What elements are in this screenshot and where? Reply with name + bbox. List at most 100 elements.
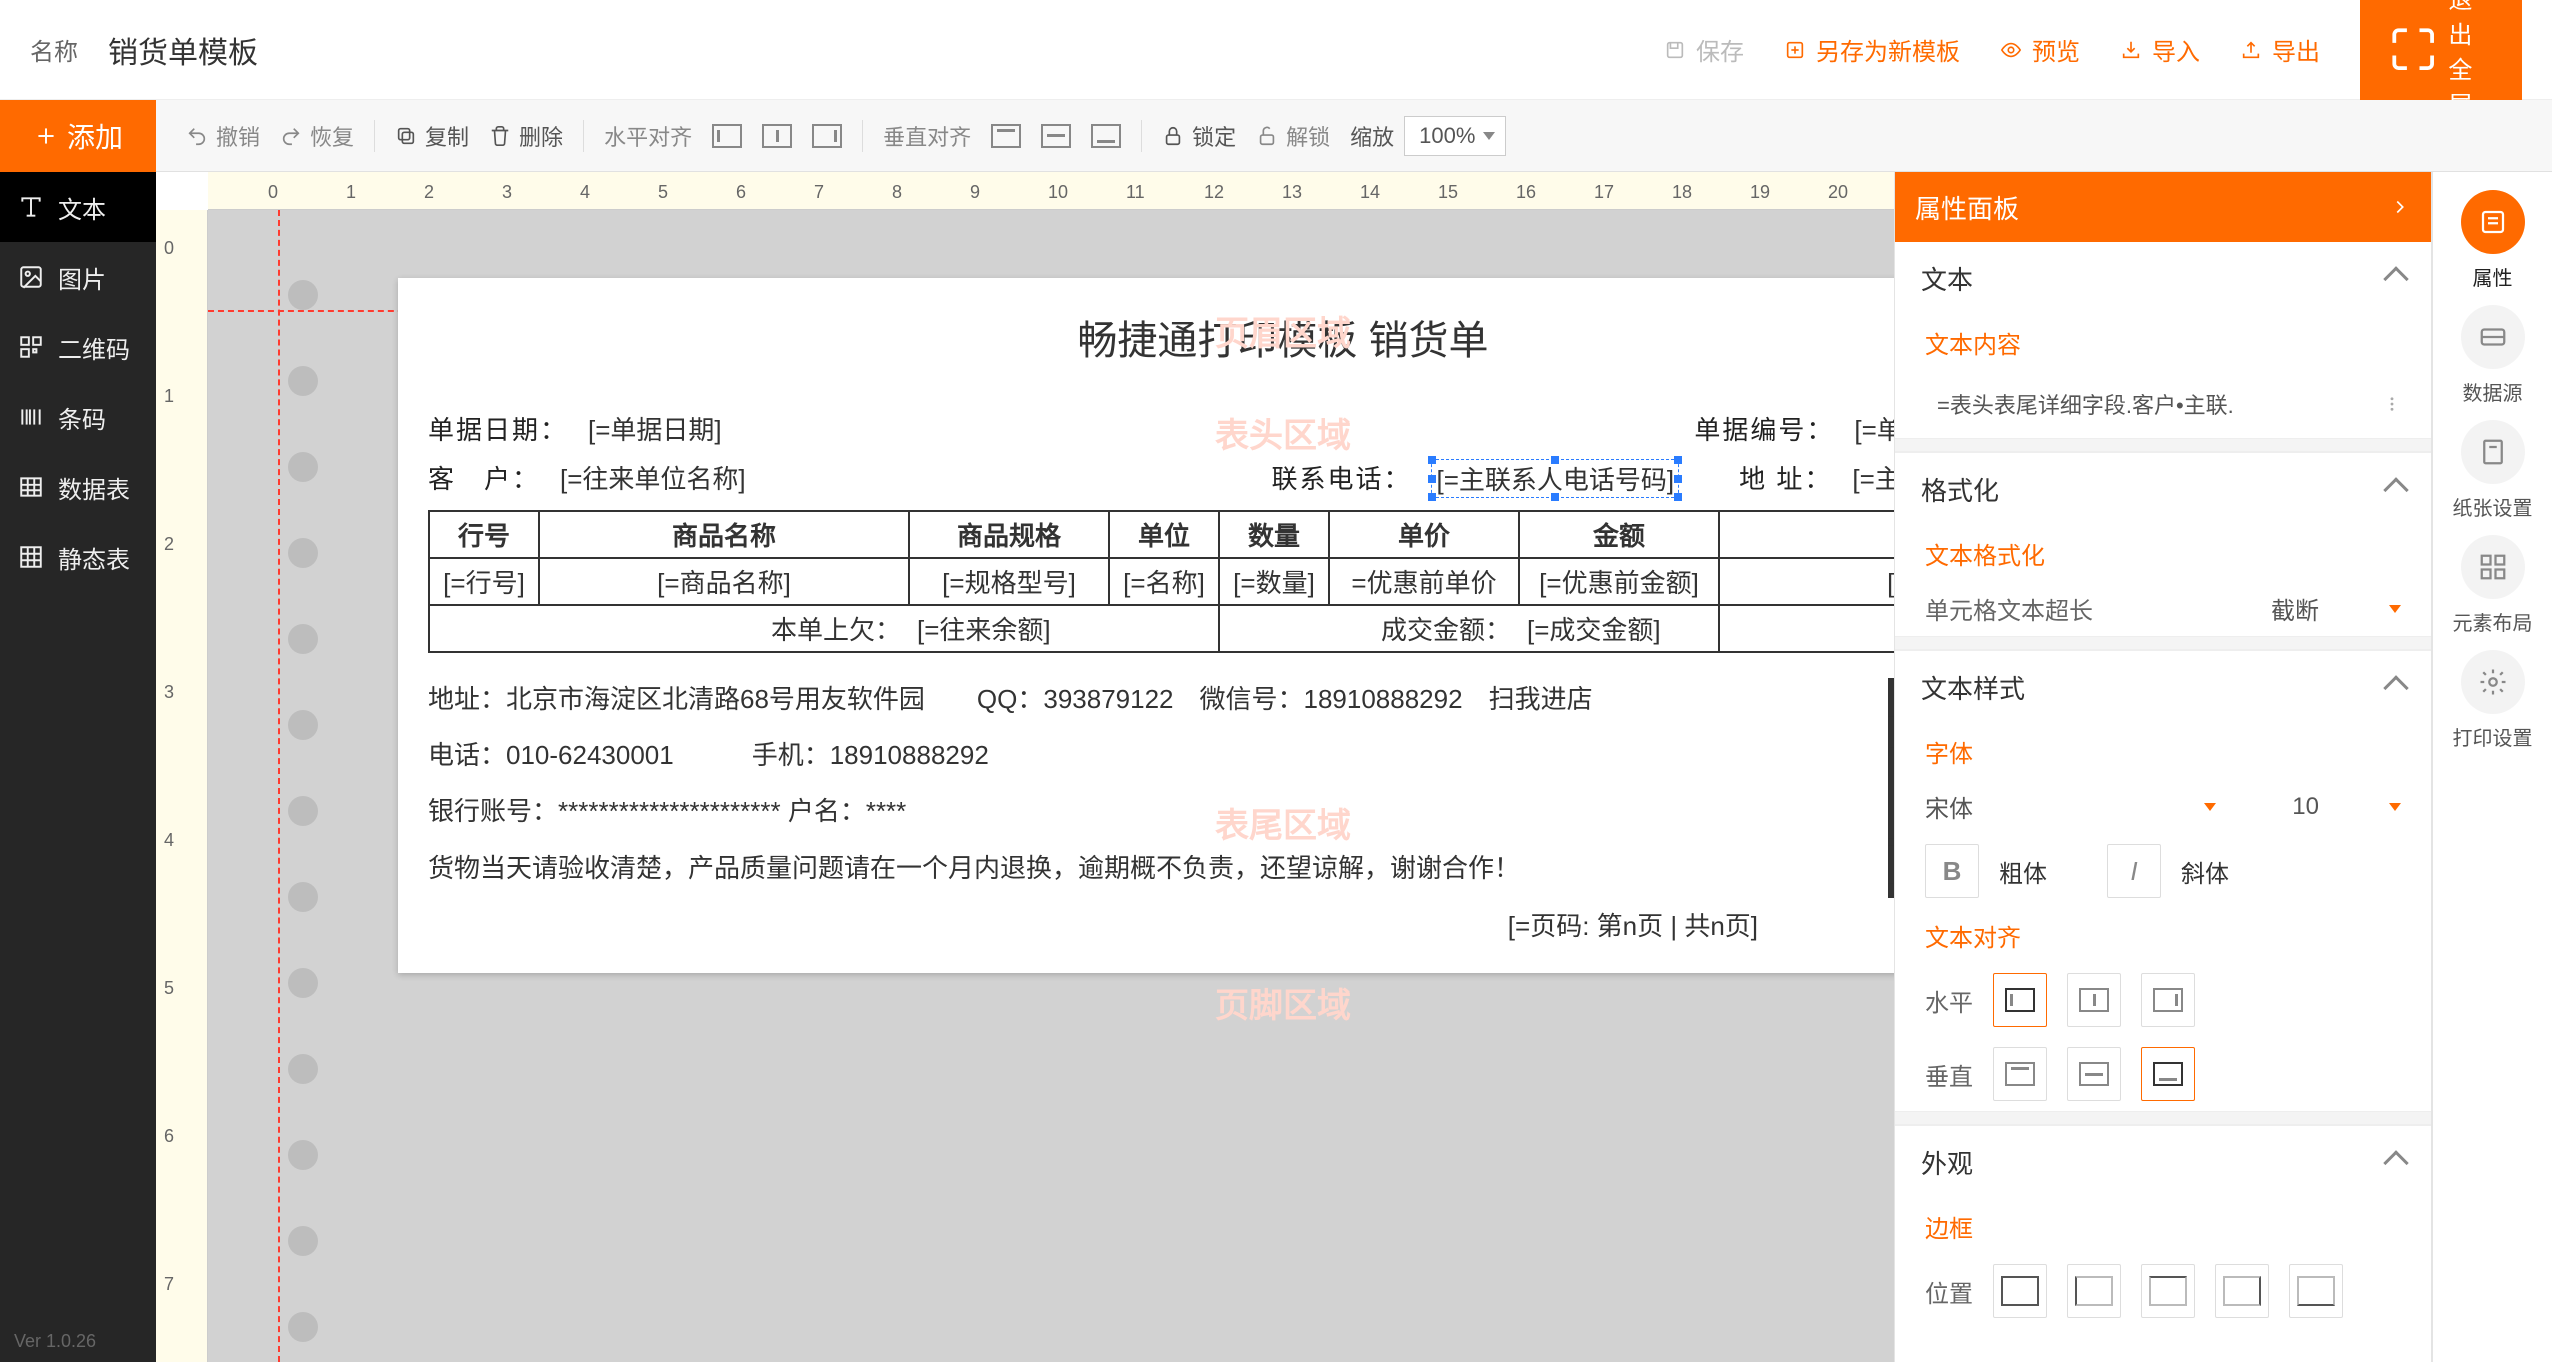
copy-button[interactable]: 复制	[385, 120, 479, 152]
section-style[interactable]: 文本样式	[1895, 650, 2431, 724]
prop-header: 属性面板	[1895, 172, 2431, 242]
add-button[interactable]: 添加	[0, 100, 156, 172]
redo-button[interactable]: 恢复	[270, 120, 364, 152]
saveas-label: 另存为新模板	[1816, 32, 1960, 67]
unlock-button[interactable]: 解锁	[1246, 120, 1340, 152]
lock-button[interactable]: 锁定	[1152, 120, 1246, 152]
plus-icon	[33, 123, 59, 149]
cust-label[interactable]: 客 户：	[428, 459, 540, 498]
valign-bottom[interactable]	[2141, 1047, 2195, 1101]
data-table[interactable]: 行号 商品名称 商品规格 单位 数量 单价 金额 备注 [=行号] [=商品名称…	[428, 510, 2138, 653]
sidebar-datatable[interactable]: 数据表	[0, 452, 156, 522]
halign-right[interactable]	[2141, 973, 2195, 1027]
datasource-icon	[2478, 322, 2508, 352]
valign-mid-button[interactable]	[1031, 124, 1081, 148]
chevron-right-icon[interactable]	[2389, 196, 2411, 218]
date-label[interactable]: 单据日期：	[428, 410, 568, 447]
border-left[interactable]	[2067, 1264, 2121, 1318]
more-icon[interactable]	[2383, 395, 2401, 413]
rail-props[interactable]: 属性	[2461, 190, 2525, 291]
border-top[interactable]	[2141, 1264, 2195, 1318]
unlock-icon	[1256, 125, 1278, 147]
border-bottom[interactable]	[2289, 1264, 2343, 1318]
text-content-label: 文本内容	[1895, 315, 2431, 370]
halign-left[interactable]	[1993, 973, 2047, 1027]
save-button[interactable]: 保存	[1664, 32, 1744, 67]
zoom-select[interactable]: 100%	[1404, 116, 1506, 156]
save-icon	[1664, 39, 1686, 61]
text-content-input[interactable]: =表头表尾详细字段.客户•主联.	[1925, 380, 2363, 428]
text-format-label: 文本格式化	[1895, 526, 2431, 581]
props-icon	[2478, 207, 2508, 237]
selected-field[interactable]: [=主联系人电话号码]	[1431, 459, 1679, 498]
sidebar-image[interactable]: 图片	[0, 242, 156, 312]
chevron-up-icon	[2383, 266, 2408, 291]
valign-top-button[interactable]	[981, 124, 1031, 148]
section-text[interactable]: 文本	[1895, 242, 2431, 315]
italic-button[interactable]: I	[2107, 844, 2161, 898]
sidebar-statictable[interactable]: 静态表	[0, 522, 156, 592]
font-size-select[interactable]: 10	[2292, 793, 2319, 821]
bold-button[interactable]: B	[1925, 844, 1979, 898]
page-code[interactable]: [=页码: 第n页 | 共n页]	[1508, 906, 1758, 943]
halign-group: 水平对齐	[594, 120, 702, 152]
halign-right-button[interactable]	[802, 124, 852, 148]
rail-layout[interactable]: 元素布局	[2453, 535, 2533, 636]
rail-paper[interactable]: 纸张设置	[2453, 420, 2533, 521]
ruler-vertical: 012345678	[156, 210, 208, 1362]
property-panel: 属性面板 文本 文本内容 =表头表尾详细字段.客户•主联. 格式化 文本格式化 …	[1894, 172, 2432, 1362]
border-all[interactable]	[1993, 1264, 2047, 1318]
eye-icon	[2000, 39, 2022, 61]
chevron-up-icon	[2383, 477, 2408, 502]
formatting-toolbar: 添加 撤销 恢复 复制 删除 水平对齐 垂直对齐 锁定 解锁 缩放 100%	[0, 100, 2552, 172]
chevron-up-icon	[2383, 1150, 2408, 1175]
undo-button[interactable]: 撤销	[176, 120, 270, 152]
export-button[interactable]: 导出	[2240, 32, 2320, 67]
sidebar-text[interactable]: 文本	[0, 172, 156, 242]
cust-value[interactable]: [=往来单位名称]	[560, 459, 746, 498]
date-value[interactable]: [=单据日期]	[588, 410, 722, 447]
saveas-button[interactable]: 另存为新模板	[1784, 32, 1960, 67]
export-icon	[2240, 39, 2262, 61]
guideline-v[interactable]	[278, 210, 280, 1362]
border-right[interactable]	[2215, 1264, 2269, 1318]
exit-icon	[2388, 24, 2438, 74]
chevron-down-icon	[2389, 803, 2401, 811]
valign-group: 垂直对齐	[873, 120, 981, 152]
rail-datasource[interactable]: 数据源	[2461, 305, 2525, 406]
undo-icon	[186, 125, 208, 147]
tel-label[interactable]: 联系电话：	[1271, 459, 1411, 498]
halign-center-button[interactable]	[752, 124, 802, 148]
table-icon	[18, 474, 44, 500]
italic-label: 斜体	[2181, 854, 2229, 889]
barcode-icon	[18, 404, 44, 430]
halign-center[interactable]	[2067, 973, 2121, 1027]
rail-print[interactable]: 打印设置	[2453, 650, 2533, 751]
font-family-select[interactable]: 宋体	[1925, 789, 1973, 824]
image-icon	[18, 264, 44, 290]
valign-top[interactable]	[1993, 1047, 2047, 1101]
section-appearance[interactable]: 外观	[1895, 1125, 2431, 1199]
halign-left-button[interactable]	[702, 124, 752, 148]
sidebar-qrcode[interactable]: 二维码	[0, 312, 156, 382]
valign-bot-button[interactable]	[1081, 124, 1131, 148]
sidebar-barcode[interactable]: 条码	[0, 382, 156, 452]
overflow-select[interactable]: 单元格文本超长 截断	[1895, 581, 2431, 636]
add-label: 添加	[67, 116, 123, 156]
addr-label[interactable]: 地 址：	[1739, 459, 1832, 498]
text-icon	[18, 194, 44, 220]
lock-icon	[1162, 125, 1184, 147]
section-format[interactable]: 格式化	[1895, 452, 2431, 526]
name-label: 名称	[30, 32, 78, 67]
align-center-icon	[762, 124, 792, 148]
font-label: 字体	[1895, 724, 2431, 779]
gear-icon	[2478, 667, 2508, 697]
valign-middle[interactable]	[2067, 1047, 2121, 1101]
zoom-label: 缩放	[1350, 120, 1394, 152]
qrcode-icon	[18, 334, 44, 360]
no-label[interactable]: 单据编号：	[1694, 410, 1834, 447]
import-button[interactable]: 导入	[2120, 32, 2200, 67]
delete-button[interactable]: 删除	[479, 120, 573, 152]
align-left-icon	[712, 124, 742, 148]
preview-button[interactable]: 预览	[2000, 32, 2080, 67]
